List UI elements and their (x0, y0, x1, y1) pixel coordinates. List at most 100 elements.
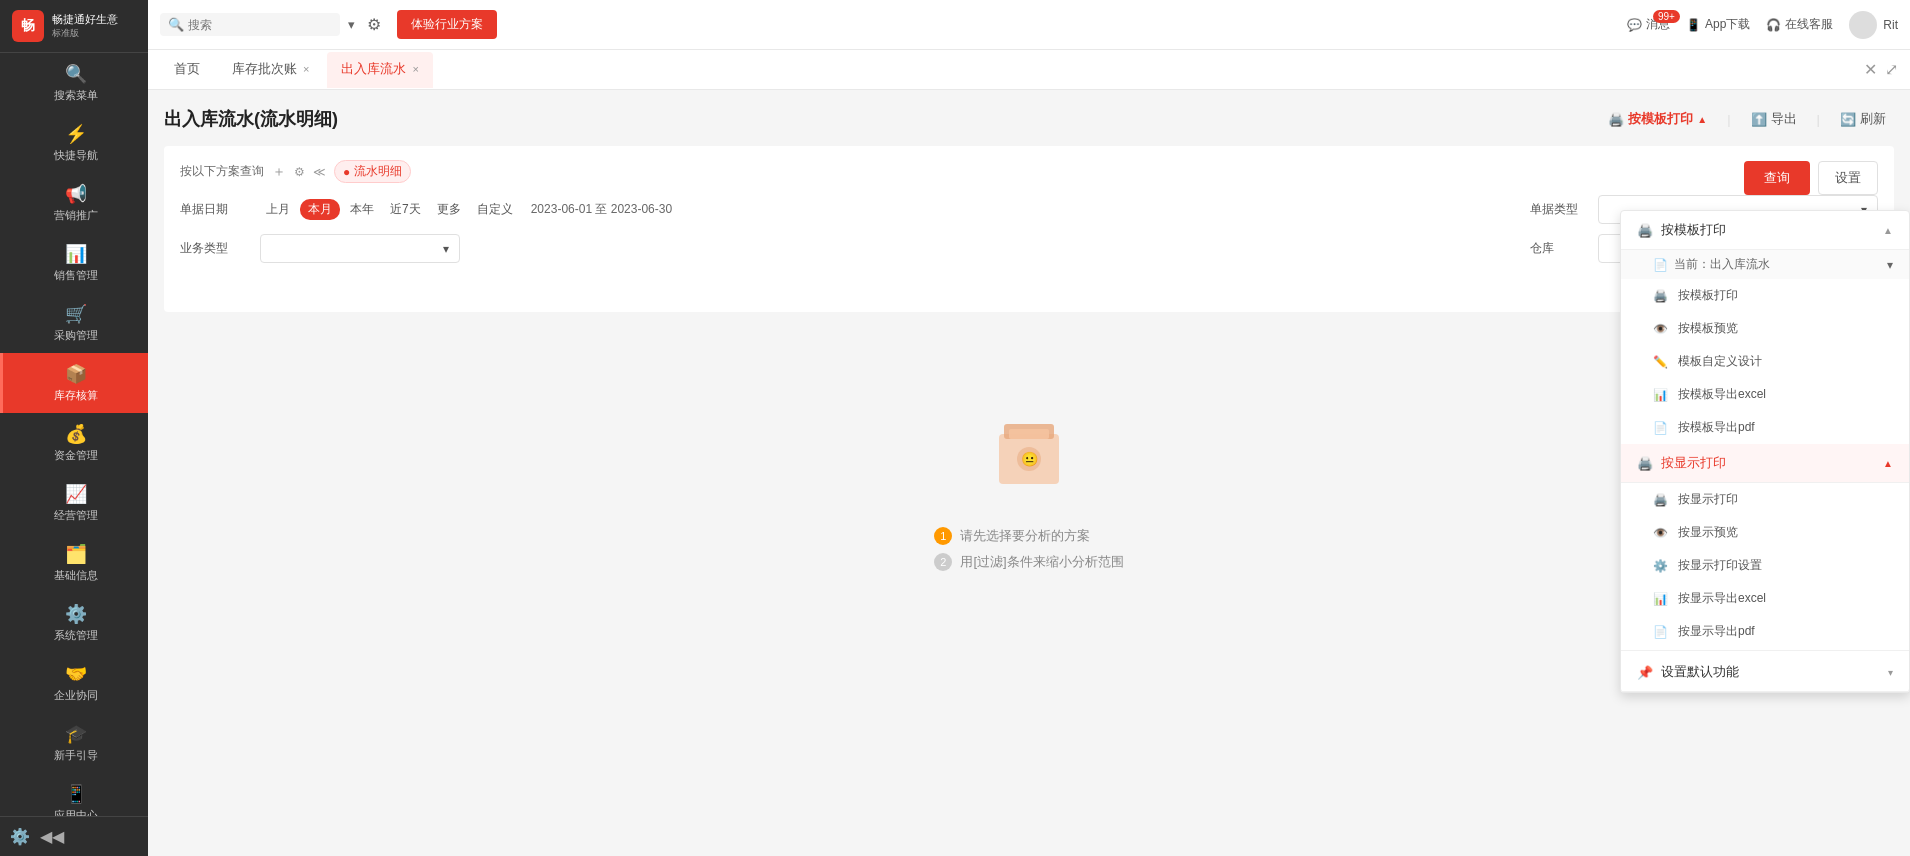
date-tab-current-year[interactable]: 本年 (344, 199, 380, 220)
pdf-icon: 📄 (1653, 421, 1668, 435)
tab-expand-icon[interactable]: ⤢ (1885, 60, 1898, 79)
search-input[interactable] (188, 18, 288, 32)
sidebar-nav: 🔍 搜索菜单 ⚡ 快捷导航 📢 营销推广 📊 销售管理 🛒 采购管理 📦 库存核… (0, 53, 148, 816)
chart-icon: 📊 (65, 243, 87, 265)
avatar (1849, 11, 1877, 39)
filter-label: 按以下方案查询 (180, 163, 264, 180)
sidebar-item-finance[interactable]: 💰 资金管理 (0, 413, 148, 473)
download-icon: 📱 (1686, 18, 1701, 32)
step1-num: 1 (934, 527, 952, 545)
app-download-btn[interactable]: 📱 App下载 (1686, 16, 1750, 33)
sidebar-logo: 畅 畅捷通好生意 标准版 (0, 0, 148, 53)
display-section-chevron: ▲ (1883, 458, 1893, 469)
search-icon: 🔍 (65, 63, 87, 85)
mobile-icon: 📱 (65, 783, 87, 805)
settings-btn[interactable]: 设置 (1818, 161, 1878, 195)
print-dropdown: 🖨️ 按模板打印 ▲ 📄 当前：出入库流水 ▾ 🖨️ 按模板打印 👁️ 按模板预… (1620, 210, 1910, 693)
page-area: 出入库流水(流水明细) 🖨️ 按模板打印 ▲ | ⬆️ 导出 | 🔄 刷新 (148, 90, 1910, 856)
set-default-chevron: ▾ (1888, 667, 1893, 678)
divider1: | (1727, 112, 1730, 127)
tab-batch-account-close[interactable]: × (303, 63, 309, 75)
template-custom-item[interactable]: ✏️ 模板自定义设计 (1621, 345, 1909, 378)
sidebar-item-quick-nav[interactable]: ⚡ 快捷导航 (0, 113, 148, 173)
topbar-gear-icon[interactable]: ⚙ (367, 15, 381, 34)
trend-icon: 📈 (65, 483, 87, 505)
print-template-btn[interactable]: 🖨️ 按模板打印 ▲ (1600, 106, 1715, 132)
template-print-section-header[interactable]: 🖨️ 按模板打印 ▲ (1621, 211, 1909, 250)
display-print-item[interactable]: 🖨️ 按显示打印 (1621, 483, 1909, 516)
printer-icon: 🖨️ (1608, 112, 1624, 127)
biz-chevron: ▾ (443, 242, 449, 256)
sidebar-item-sales[interactable]: 📊 销售管理 (0, 233, 148, 293)
date-tab-more[interactable]: 更多 (431, 199, 467, 220)
page-title: 出入库流水(流水明细) (164, 107, 338, 131)
sidebar-item-basic[interactable]: 🗂️ 基础信息 (0, 533, 148, 593)
filter-settings-btn[interactable]: ⚙ (294, 165, 305, 179)
display-settings-icon: ⚙️ (1653, 559, 1668, 573)
excel-icon: 📊 (1653, 388, 1668, 402)
sidebar-item-guide[interactable]: 🎓 新手引导 (0, 713, 148, 773)
filter-collapse-btn[interactable]: ≪ (313, 165, 326, 179)
box-icon: 📦 (65, 363, 87, 385)
collapse-sidebar-icon[interactable]: ◀◀ (40, 827, 64, 846)
tab-batch-account[interactable]: 库存批次账 × (218, 52, 323, 88)
date-tab-custom[interactable]: 自定义 (471, 199, 519, 220)
current-chevron: ▾ (1887, 258, 1893, 272)
topbar: 🔍 ▾ ⚙ 体验行业方案 💬 消息 99+ 📱 App下载 🎧 在线客服 Rit (148, 0, 1910, 50)
display-export-pdf-item[interactable]: 📄 按显示导出pdf (1621, 615, 1909, 648)
display-pdf-icon: 📄 (1653, 625, 1668, 639)
sidebar-item-operations[interactable]: 📈 经营管理 (0, 473, 148, 533)
template-print-section-title: 🖨️ 按模板打印 (1637, 221, 1726, 239)
sidebar-item-inventory[interactable]: 📦 库存核算 (0, 353, 148, 413)
template-section-chevron: ▲ (1883, 225, 1893, 236)
settings-icon[interactable]: ⚙️ (10, 827, 30, 846)
query-btn[interactable]: 查询 (1744, 161, 1810, 195)
search-dropdown-icon[interactable]: ▾ (348, 17, 355, 32)
sidebar-item-search[interactable]: 🔍 搜索菜单 (0, 53, 148, 113)
set-default-title: 📌 设置默认功能 (1637, 663, 1739, 681)
date-range: 2023-06-01 至 2023-06-30 (531, 201, 672, 218)
sidebar-item-marketing[interactable]: 📢 营销推广 (0, 173, 148, 233)
sidebar-item-system[interactable]: ⚙️ 系统管理 (0, 593, 148, 653)
date-tab-current-month[interactable]: 本月 (300, 199, 340, 220)
graduation-icon: 🎓 (65, 723, 87, 745)
page-header: 出入库流水(流水明细) 🖨️ 按模板打印 ▲ | ⬆️ 导出 | 🔄 刷新 (164, 106, 1894, 132)
date-tab-7days[interactable]: 近7天 (384, 199, 427, 220)
dropdown-divider (1621, 650, 1909, 651)
set-default-section[interactable]: 📌 设置默认功能 ▾ (1621, 653, 1909, 692)
export-btn[interactable]: ⬆️ 导出 (1743, 106, 1805, 132)
template-print-item[interactable]: 🖨️ 按模板打印 (1621, 279, 1909, 312)
date-tabs: 上月 本月 本年 近7天 更多 自定义 2023-06-01 至 2023-06… (260, 199, 672, 220)
current-doc-icon: 📄 (1653, 258, 1668, 272)
date-tab-prev-month[interactable]: 上月 (260, 199, 296, 220)
topbar-search-box[interactable]: 🔍 (160, 13, 340, 36)
headphone-icon: 🎧 (1766, 18, 1781, 32)
biz-type-select[interactable]: ▾ (260, 234, 460, 263)
display-print-section-header[interactable]: 🖨️ 按显示打印 ▲ (1621, 444, 1909, 483)
display-print-settings-item[interactable]: ⚙️ 按显示打印设置 (1621, 549, 1909, 582)
refresh-btn[interactable]: 🔄 刷新 (1832, 106, 1894, 132)
tab-home[interactable]: 首页 (160, 52, 214, 88)
template-export-excel-item[interactable]: 📊 按模板导出excel (1621, 378, 1909, 411)
online-service-btn[interactable]: 🎧 在线客服 (1766, 16, 1833, 33)
sidebar-item-corp[interactable]: 🤝 企业协同 (0, 653, 148, 713)
biz-type-label: 业务类型 (180, 240, 240, 257)
tab-close-all-icon[interactable]: ✕ (1864, 60, 1877, 79)
sidebar-item-purchase[interactable]: 🛒 采购管理 (0, 293, 148, 353)
display-export-excel-item[interactable]: 📊 按显示导出excel (1621, 582, 1909, 615)
filter-add-btn[interactable]: ＋ (272, 163, 286, 181)
template-export-pdf-item[interactable]: 📄 按模板导出pdf (1621, 411, 1909, 444)
message-btn[interactable]: 💬 消息 99+ (1627, 16, 1670, 33)
template-preview-item[interactable]: 👁️ 按模板预览 (1621, 312, 1909, 345)
filter-header: 按以下方案查询 ＋ ⚙ ≪ ● 流水明细 (180, 160, 411, 183)
display-preview-icon: 👁️ (1653, 526, 1668, 540)
filter-action-btns: 查询 设置 (1744, 161, 1878, 195)
sidebar-item-apps[interactable]: 📱 应用中心 (0, 773, 148, 816)
display-preview-item[interactable]: 👁️ 按显示预览 (1621, 516, 1909, 549)
trial-btn[interactable]: 体验行业方案 (397, 10, 497, 39)
cart-icon: 🛒 (65, 303, 87, 325)
sidebar-bottom: ⚙️ ◀◀ (0, 816, 148, 856)
tab-flow[interactable]: 出入库流水 × (327, 52, 432, 88)
user-area[interactable]: Rit (1849, 11, 1898, 39)
tab-flow-close[interactable]: × (412, 63, 418, 75)
